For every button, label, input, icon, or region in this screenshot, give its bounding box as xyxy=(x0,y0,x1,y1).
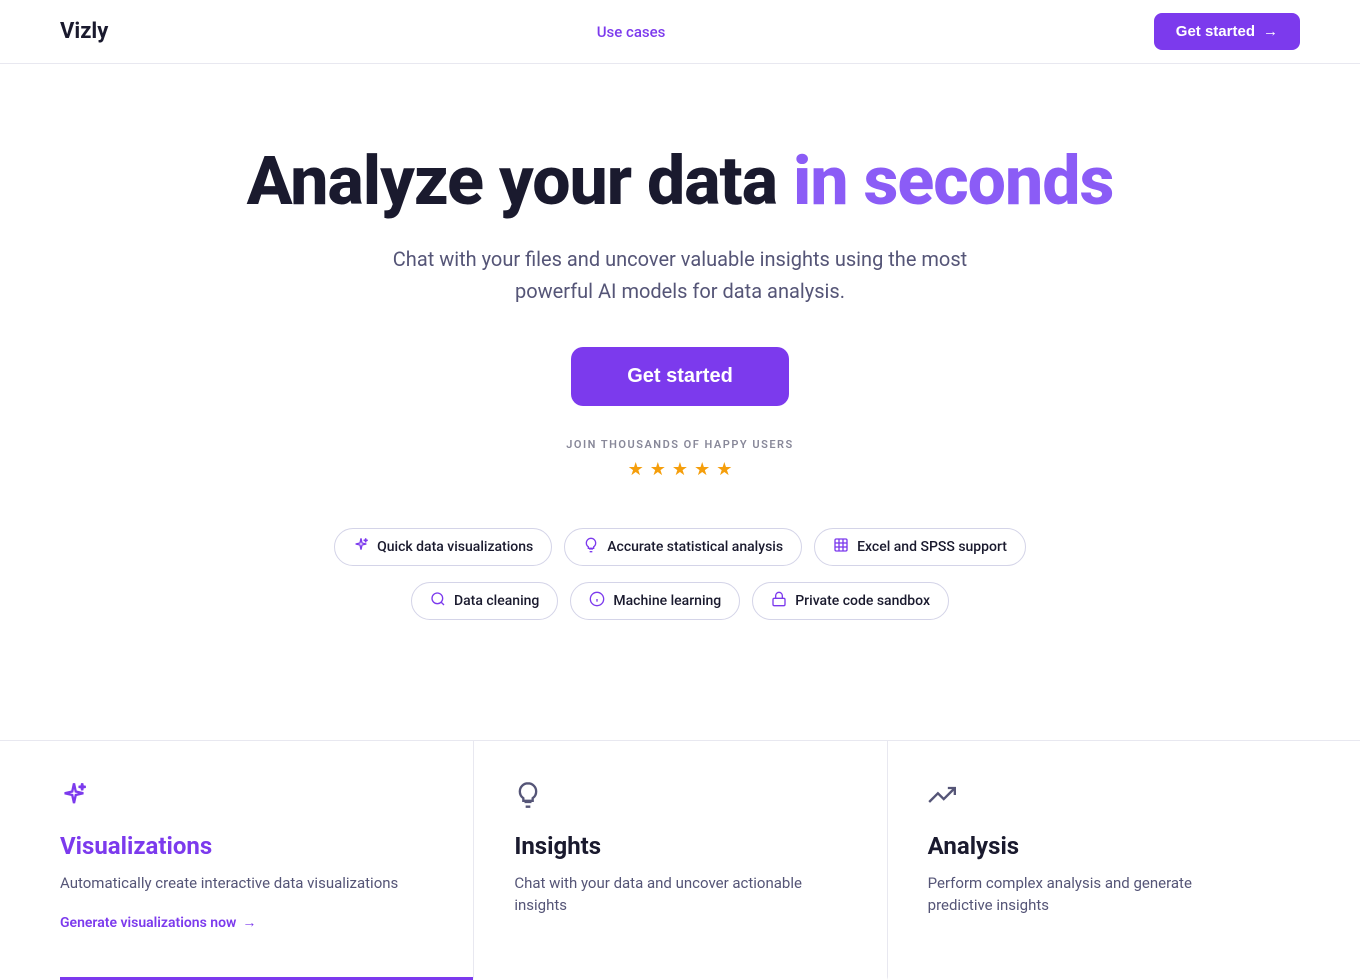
pill-machine-learning-label: Machine learning xyxy=(613,593,721,609)
star-4: ★ xyxy=(694,459,710,480)
feature-visualizations: Visualizations Automatically create inte… xyxy=(60,741,473,980)
star-1: ★ xyxy=(628,459,644,480)
features-section: Visualizations Automatically create inte… xyxy=(0,740,1360,980)
star-5: ★ xyxy=(716,459,732,480)
hero-get-started-button[interactable]: Get started xyxy=(571,347,789,406)
pills-row-2: Data cleaning Machine learning xyxy=(411,582,949,620)
table-icon xyxy=(833,537,849,557)
nav-use-cases[interactable]: Use cases xyxy=(597,23,666,41)
pill-quick-visualizations: Quick data visualizations xyxy=(334,528,552,566)
feature-analysis-desc: Perform complex analysis and generate pr… xyxy=(928,872,1260,917)
navbar: Vizly Use cases Get started → xyxy=(0,0,1360,64)
pill-machine-learning: Machine learning xyxy=(570,582,740,620)
hero-title: Analyze your data in seconds xyxy=(247,144,1114,219)
star-2: ★ xyxy=(650,459,666,480)
pills-row-1: Quick data visualizations Accurate stati… xyxy=(334,528,1026,566)
generate-visualizations-link[interactable]: Generate visualizations now → xyxy=(60,914,433,931)
pill-data-cleaning: Data cleaning xyxy=(411,582,558,620)
feature-insights-title: Insights xyxy=(514,832,846,860)
lightbulb-icon xyxy=(583,537,599,557)
feature-pills: Quick data visualizations Accurate stati… xyxy=(334,528,1026,620)
feature-visualizations-desc: Automatically create interactive data vi… xyxy=(60,872,433,895)
feature-analysis: Analysis Perform complex analysis and ge… xyxy=(887,741,1300,980)
feature-visualizations-title: Visualizations xyxy=(60,832,433,860)
feature-analysis-title: Analysis xyxy=(928,832,1260,860)
logo: Vizly xyxy=(60,19,108,44)
hero-section: Analyze your data in seconds Chat with y… xyxy=(0,64,1360,740)
pill-quick-visualizations-label: Quick data visualizations xyxy=(377,539,533,555)
pill-statistical-analysis-label: Accurate statistical analysis xyxy=(607,539,783,555)
feature-insights: Insights Chat with your data and uncover… xyxy=(473,741,886,980)
pill-private-sandbox-label: Private code sandbox xyxy=(795,593,930,609)
hero-subtitle: Chat with your files and uncover valuabl… xyxy=(370,243,990,307)
hero-title-part1: Analyze your data xyxy=(247,141,793,221)
social-proof-label: JOIN THOUSANDS OF HAPPY USERS xyxy=(566,438,793,451)
pill-excel-spss-label: Excel and SPSS support xyxy=(857,539,1007,555)
analysis-icon xyxy=(928,781,1260,816)
nav-links: Use cases xyxy=(597,23,666,41)
pill-statistical-analysis: Accurate statistical analysis xyxy=(564,528,802,566)
sparkle-icon xyxy=(353,537,369,557)
pill-excel-spss: Excel and SPSS support xyxy=(814,528,1026,566)
visualizations-icon xyxy=(60,781,433,816)
star-rating: ★ ★ ★ ★ ★ xyxy=(628,459,733,480)
insights-icon xyxy=(514,781,846,816)
pill-private-sandbox: Private code sandbox xyxy=(752,582,949,620)
hero-title-accent: in seconds xyxy=(793,141,1113,221)
social-proof: JOIN THOUSANDS OF HAPPY USERS ★ ★ ★ ★ ★ xyxy=(566,438,793,480)
pill-data-cleaning-label: Data cleaning xyxy=(454,593,539,609)
feature-insights-desc: Chat with your data and uncover actionab… xyxy=(514,872,846,917)
search-icon xyxy=(430,591,446,611)
star-3: ★ xyxy=(672,459,688,480)
lock-icon xyxy=(771,591,787,611)
info-icon xyxy=(589,591,605,611)
nav-get-started-button[interactable]: Get started → xyxy=(1154,13,1300,50)
